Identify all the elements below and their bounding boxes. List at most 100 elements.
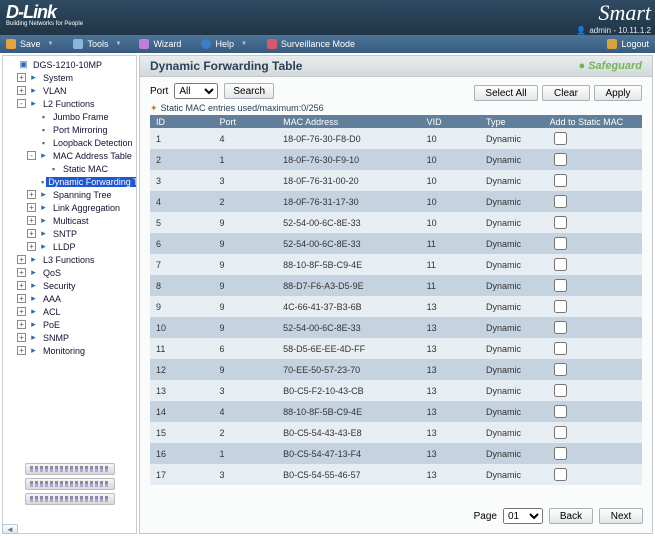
tree-toggle-icon[interactable]: +: [27, 216, 36, 225]
tree-toggle-icon[interactable]: +: [17, 73, 26, 82]
folder-icon: ▸: [38, 150, 49, 161]
tree-item[interactable]: +▸Multicast: [3, 214, 136, 227]
tree-toggle-icon[interactable]: +: [17, 333, 26, 342]
logout-button[interactable]: Logout: [607, 39, 649, 49]
cell-add: [544, 233, 642, 254]
add-static-checkbox[interactable]: [554, 447, 567, 460]
add-static-checkbox[interactable]: [554, 321, 567, 334]
cell-vid: 13: [421, 359, 480, 380]
cell-type: Dynamic: [480, 233, 544, 254]
nav-tree: ▣ DGS-1210-10MP +▸System+▸VLAN-▸L2 Funct…: [3, 56, 136, 438]
tree-item[interactable]: -▸L2 Functions: [3, 97, 136, 110]
cell-port: 9: [214, 233, 278, 254]
tree-item[interactable]: +▸AAA: [3, 292, 136, 305]
add-static-checkbox[interactable]: [554, 216, 567, 229]
cell-type: Dynamic: [480, 212, 544, 233]
tree-item-label: Loopback Detection: [51, 138, 135, 148]
tree-item[interactable]: +▸VLAN: [3, 84, 136, 97]
tree-item[interactable]: +▸SNTP: [3, 227, 136, 240]
tree-item[interactable]: +▸Monitoring: [3, 344, 136, 357]
cell-type: Dynamic: [480, 338, 544, 359]
tree-item[interactable]: +▸L3 Functions: [3, 253, 136, 266]
search-button[interactable]: Search: [224, 83, 274, 99]
cell-mac: 88-10-8F-5B-C9-4E: [277, 401, 421, 422]
sidebar-collapse-button[interactable]: ◄: [2, 524, 18, 534]
toolbar-wizard[interactable]: Wizard: [139, 39, 181, 49]
tree-item[interactable]: +▸System: [3, 71, 136, 84]
add-static-checkbox[interactable]: [554, 384, 567, 397]
static-mac-note: Static MAC entries used/maximum:0/256: [150, 103, 642, 114]
apply-button[interactable]: Apply: [594, 85, 642, 101]
add-static-checkbox[interactable]: [554, 426, 567, 439]
tree-item[interactable]: +▸Security: [3, 279, 136, 292]
add-static-checkbox[interactable]: [554, 237, 567, 250]
add-static-checkbox[interactable]: [554, 132, 567, 145]
cell-vid: 11: [421, 275, 480, 296]
toolbar-surveillance[interactable]: Surveillance Mode: [267, 39, 355, 49]
tree-toggle-icon[interactable]: +: [27, 190, 36, 199]
tree-item[interactable]: +▸Link Aggregation: [3, 201, 136, 214]
tree-item[interactable]: ▪Static MAC: [3, 162, 136, 175]
cell-port: 2: [214, 191, 278, 212]
folder-icon: ▸: [38, 241, 49, 252]
tree-item[interactable]: +▸SNMP: [3, 331, 136, 344]
add-static-checkbox[interactable]: [554, 153, 567, 166]
pager-back-button[interactable]: Back: [549, 508, 593, 524]
tree-item[interactable]: +▸ACL: [3, 305, 136, 318]
tree-toggle-icon[interactable]: +: [17, 307, 26, 316]
tree-toggle-icon[interactable]: +: [27, 229, 36, 238]
select-all-button[interactable]: Select All: [474, 85, 538, 101]
add-static-checkbox[interactable]: [554, 174, 567, 187]
cell-id: 4: [150, 191, 214, 212]
tree-item[interactable]: +▸LLDP: [3, 240, 136, 253]
tree-toggle-icon[interactable]: -: [27, 151, 36, 160]
cell-add: [544, 254, 642, 275]
add-static-checkbox[interactable]: [554, 258, 567, 271]
tree-toggle-icon[interactable]: +: [27, 203, 36, 212]
tree-toggle-icon[interactable]: +: [17, 346, 26, 355]
tree-item[interactable]: ▪Loopback Detection: [3, 136, 136, 149]
add-static-checkbox[interactable]: [554, 363, 567, 376]
cell-add: [544, 212, 642, 233]
tree-item[interactable]: +▸PoE: [3, 318, 136, 331]
add-static-checkbox[interactable]: [554, 468, 567, 481]
pager-next-button[interactable]: Next: [599, 508, 643, 524]
add-static-checkbox[interactable]: [554, 342, 567, 355]
folder-icon: ▸: [38, 228, 49, 239]
page-icon: ▪: [38, 125, 49, 135]
table-row: 1418-0F-76-30-F8-D010Dynamic: [150, 128, 642, 149]
tree-item-label: QoS: [41, 268, 63, 278]
add-static-checkbox[interactable]: [554, 279, 567, 292]
logout-label: Logout: [621, 39, 649, 49]
tree-toggle-icon[interactable]: +: [27, 242, 36, 251]
add-static-checkbox[interactable]: [554, 300, 567, 313]
tree-root[interactable]: ▣ DGS-1210-10MP: [3, 58, 136, 71]
clear-button[interactable]: Clear: [542, 85, 590, 101]
tree-item-label: AAA: [41, 294, 63, 304]
tree-toggle-icon[interactable]: +: [17, 268, 26, 277]
tree-item[interactable]: +▸Spanning Tree: [3, 188, 136, 201]
tree-item[interactable]: ▪Jumbo Frame: [3, 110, 136, 123]
toolbar-tools[interactable]: Tools: [73, 39, 121, 49]
tree-item[interactable]: -▸MAC Address Table: [3, 149, 136, 162]
brand-name: D-Link: [6, 2, 83, 23]
tree-item[interactable]: +▸QoS: [3, 266, 136, 279]
toolbar-save[interactable]: Save: [6, 39, 53, 49]
tree-toggle-icon[interactable]: -: [17, 99, 26, 108]
folder-icon: ▸: [38, 189, 49, 200]
add-static-checkbox[interactable]: [554, 195, 567, 208]
pager-page-select[interactable]: 01: [503, 508, 543, 524]
tree-toggle-icon[interactable]: +: [17, 281, 26, 290]
cell-id: 14: [150, 401, 214, 422]
tree-item[interactable]: ▪Dynamic Forwarding Table: [3, 175, 136, 188]
add-static-checkbox[interactable]: [554, 405, 567, 418]
tree-toggle-icon[interactable]: +: [17, 255, 26, 264]
tree-toggle-icon[interactable]: +: [17, 294, 26, 303]
toolbar-help[interactable]: Help: [201, 39, 246, 49]
tree-toggle-icon[interactable]: +: [17, 86, 26, 95]
tree-toggle-icon[interactable]: +: [17, 320, 26, 329]
cell-vid: 13: [421, 443, 480, 464]
tree-item[interactable]: ▪Port Mirroring: [3, 123, 136, 136]
port-filter-select[interactable]: All: [174, 83, 218, 99]
tree-item-label: Dynamic Forwarding Table: [46, 177, 136, 187]
